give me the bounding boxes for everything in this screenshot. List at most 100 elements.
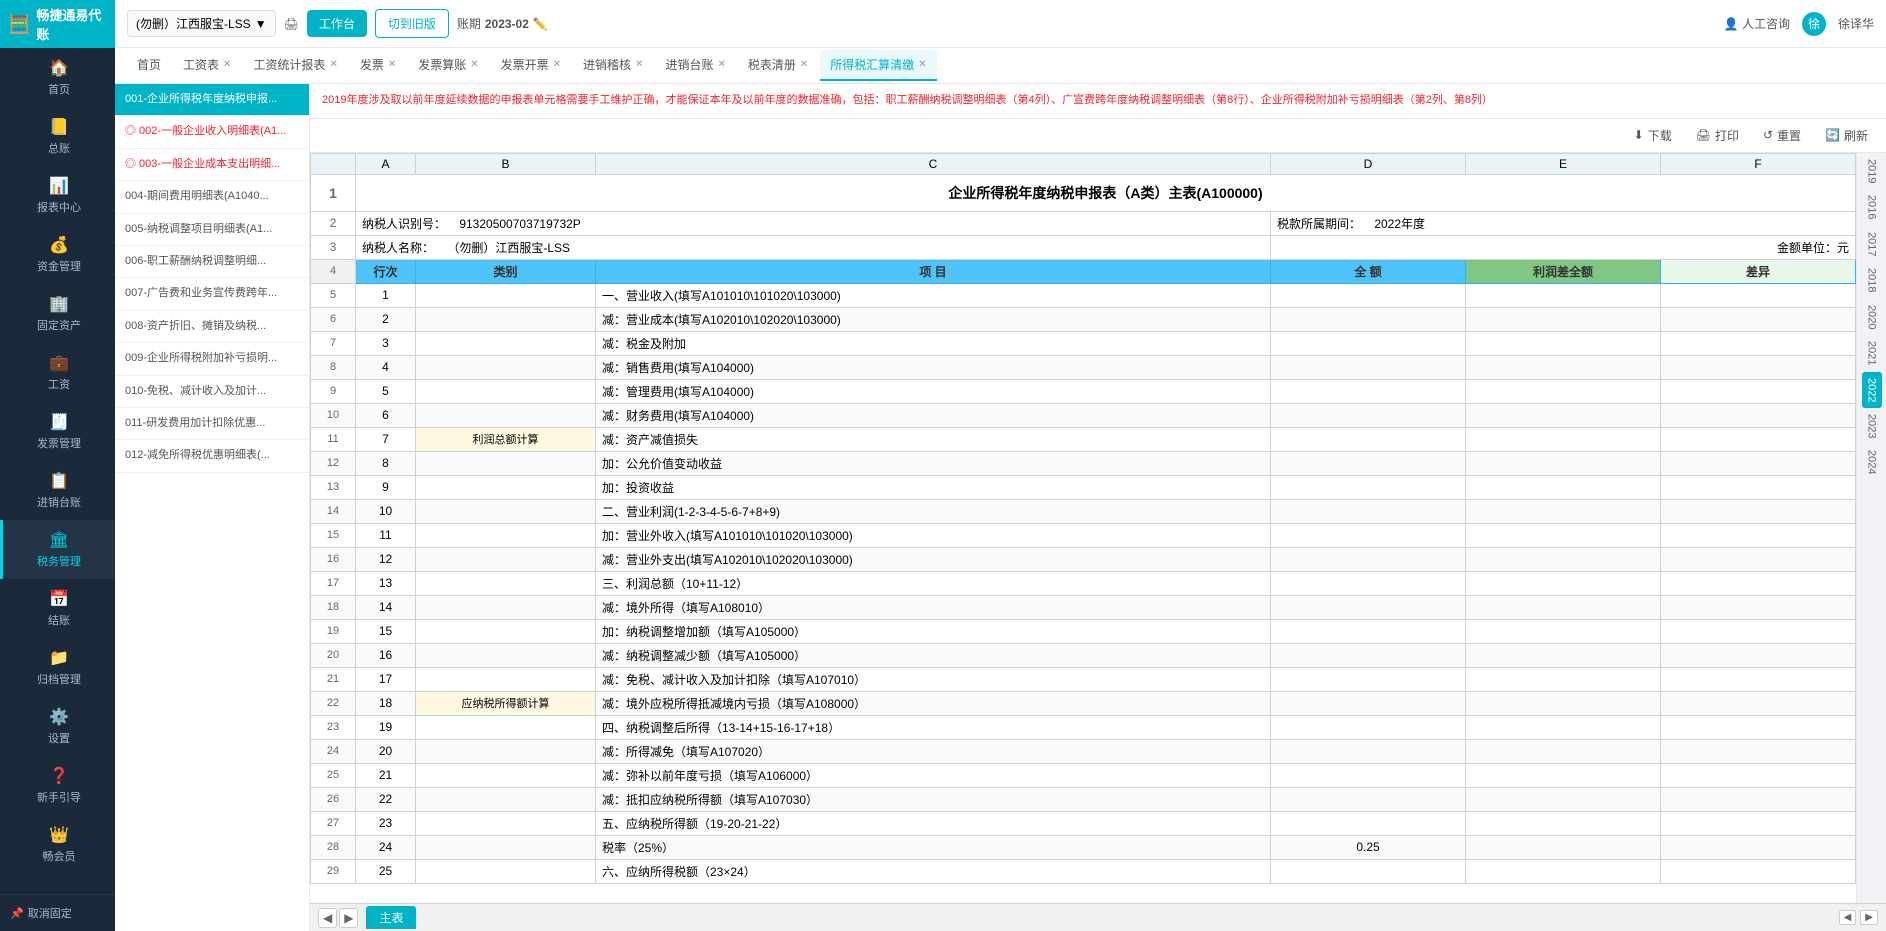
profit-amount[interactable]	[1466, 787, 1661, 811]
tab-close-invoice_open[interactable]: ✕	[553, 59, 561, 70]
sidebar-item-funds[interactable]: 💰资金管理	[0, 225, 115, 284]
spreadsheet-container[interactable]: A B C D E F 1企业所得税年度纳税申报表（A类）主表(A100000)…	[310, 153, 1856, 903]
diff-amount[interactable]	[1661, 571, 1856, 595]
amount[interactable]	[1271, 763, 1466, 787]
diff-amount[interactable]	[1661, 403, 1856, 427]
tab-close-invoice_calc[interactable]: ✕	[470, 59, 478, 70]
tab-sales_ledger[interactable]: 进销台账 ✕	[655, 50, 735, 81]
profit-amount[interactable]	[1466, 835, 1661, 859]
diff-amount[interactable]	[1661, 331, 1856, 355]
tab-invoice[interactable]: 发票 ✕	[350, 50, 406, 81]
profit-amount[interactable]	[1466, 667, 1661, 691]
profit-amount[interactable]	[1466, 739, 1661, 763]
profit-amount[interactable]	[1466, 595, 1661, 619]
diff-amount[interactable]	[1661, 811, 1856, 835]
tab-close-salary_stats[interactable]: ✕	[329, 59, 337, 70]
switch-old-btn[interactable]: 切到旧版	[375, 9, 449, 38]
amount[interactable]	[1271, 787, 1466, 811]
scroll-right-btn[interactable]: ▶	[1860, 910, 1878, 925]
amount[interactable]	[1271, 595, 1466, 619]
diff-amount[interactable]	[1661, 835, 1856, 859]
diff-amount[interactable]	[1661, 355, 1856, 379]
prev-sheet-btn[interactable]: ◀	[318, 908, 337, 928]
diff-amount[interactable]	[1661, 547, 1856, 571]
year-item-2017[interactable]: 2017	[1862, 226, 1882, 262]
list-item-003[interactable]: ◎ 003-一般企业成本支出明细...	[115, 149, 309, 181]
diff-amount[interactable]	[1661, 499, 1856, 523]
list-item-012[interactable]: 012-减免所得税优惠明细表(...	[115, 440, 309, 472]
work-area-btn[interactable]: 工作台	[307, 10, 367, 37]
diff-amount[interactable]	[1661, 763, 1856, 787]
diff-amount[interactable]	[1661, 667, 1856, 691]
amount[interactable]	[1271, 355, 1466, 379]
sidebar-item-salary[interactable]: 💼工资	[0, 343, 115, 402]
amount[interactable]	[1271, 835, 1466, 859]
profit-amount[interactable]	[1466, 811, 1661, 835]
year-item-2024[interactable]: 2024	[1862, 444, 1882, 480]
amount[interactable]	[1271, 715, 1466, 739]
scroll-left-btn[interactable]: ◀	[1839, 910, 1857, 925]
list-item-008[interactable]: 008-资产折旧、摊销及纳税...	[115, 311, 309, 343]
profit-amount[interactable]	[1466, 451, 1661, 475]
user-avatar[interactable]: 徐	[1802, 12, 1826, 36]
year-item-2018[interactable]: 2018	[1862, 262, 1882, 298]
diff-amount[interactable]	[1661, 691, 1856, 715]
amount[interactable]	[1271, 619, 1466, 643]
year-item-2019[interactable]: 2019	[1862, 153, 1882, 189]
amount[interactable]	[1271, 739, 1466, 763]
year-item-2022[interactable]: 2022	[1862, 372, 1882, 408]
profit-amount[interactable]	[1466, 331, 1661, 355]
profit-amount[interactable]	[1466, 571, 1661, 595]
sidebar-item-archives[interactable]: 📁归档管理	[0, 638, 115, 697]
profit-amount[interactable]	[1466, 427, 1661, 451]
sidebar-item-reports[interactable]: 📊报表中心	[0, 166, 115, 225]
sidebar-item-home[interactable]: 🏠首页	[0, 48, 115, 107]
diff-amount[interactable]	[1661, 475, 1856, 499]
amount[interactable]	[1271, 571, 1466, 595]
profit-amount[interactable]	[1466, 643, 1661, 667]
profit-amount[interactable]	[1466, 283, 1661, 307]
profit-amount[interactable]	[1466, 403, 1661, 427]
amount[interactable]	[1271, 499, 1466, 523]
diff-amount[interactable]	[1661, 451, 1856, 475]
print-btn[interactable]: 🖨 打印	[1690, 123, 1745, 148]
amount[interactable]	[1271, 691, 1466, 715]
amount[interactable]	[1271, 403, 1466, 427]
reset-btn[interactable]: ↺ 重置	[1757, 123, 1807, 148]
diff-amount[interactable]	[1661, 307, 1856, 331]
diff-amount[interactable]	[1661, 283, 1856, 307]
profit-amount[interactable]	[1466, 379, 1661, 403]
amount[interactable]	[1271, 475, 1466, 499]
list-item-004[interactable]: 004-期间费用明细表(A1040...	[115, 181, 309, 213]
year-item-2016[interactable]: 2016	[1862, 189, 1882, 225]
amount[interactable]	[1271, 331, 1466, 355]
sidebar-item-closing[interactable]: 📅结账	[0, 579, 115, 638]
tab-close-invoice[interactable]: ✕	[388, 59, 396, 70]
profit-amount[interactable]	[1466, 859, 1661, 883]
profit-amount[interactable]	[1466, 691, 1661, 715]
profit-amount[interactable]	[1466, 763, 1661, 787]
tab-purchase[interactable]: 进销稽核 ✕	[573, 50, 653, 81]
tab-invoice_open[interactable]: 发票开票 ✕	[491, 50, 571, 81]
tab-home[interactable]: 首页	[127, 50, 171, 81]
sidebar-item-settings[interactable]: ⚙️设置	[0, 697, 115, 756]
amount[interactable]	[1271, 283, 1466, 307]
diff-amount[interactable]	[1661, 739, 1856, 763]
list-item-001[interactable]: 001-企业所得税年度纳税申报...	[115, 84, 309, 116]
tab-close-purchase[interactable]: ✕	[635, 59, 643, 70]
profit-amount[interactable]	[1466, 475, 1661, 499]
amount[interactable]	[1271, 811, 1466, 835]
diff-amount[interactable]	[1661, 595, 1856, 619]
list-item-002[interactable]: ◎ 002-一般企业收入明细表(A1...	[115, 116, 309, 148]
diff-amount[interactable]	[1661, 859, 1856, 883]
tab-salary_table[interactable]: 工资表 ✕	[173, 50, 241, 81]
next-sheet-btn[interactable]: ▶	[339, 908, 358, 928]
tab-income_tax[interactable]: 所得税汇算清缴 ✕	[820, 50, 936, 81]
profit-amount[interactable]	[1466, 619, 1661, 643]
diff-amount[interactable]	[1661, 427, 1856, 451]
sidebar-item-sales[interactable]: 📋进销台账	[0, 461, 115, 520]
profit-amount[interactable]	[1466, 307, 1661, 331]
amount[interactable]	[1271, 307, 1466, 331]
sidebar-item-tax[interactable]: 🏛税务管理	[0, 520, 115, 579]
diff-amount[interactable]	[1661, 379, 1856, 403]
